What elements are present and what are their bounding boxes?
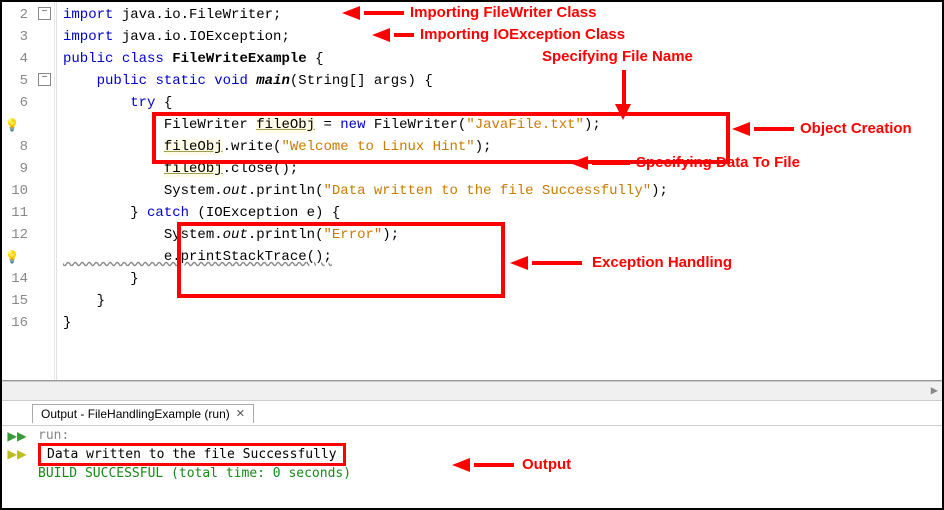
code-text: java.io.IOException; [113,29,289,45]
output-tab[interactable]: Output - FileHandlingExample (run) ✕ [32,404,254,423]
string-literal: "Error" [323,227,382,243]
line-number: 14 [2,271,32,287]
class-name: FileWriteExample [172,51,306,67]
output-gutter: ▶▶ ▶▶ [2,426,32,504]
field: out [223,227,248,243]
line-number: 2 [2,7,32,23]
line-number: 3 [2,29,32,45]
code-editor[interactable]: 2− 3 4 5− 6 💡 8 9 10 11 12 💡 14 15 16 im… [2,2,942,381]
gutter: 2− 3 4 5− 6 💡 8 9 10 11 12 💡 14 15 16 [2,2,57,380]
tab-label: Output - FileHandlingExample (run) [41,407,230,421]
keyword: class [122,51,164,67]
output-text[interactable]: run: Data written to the file Successful… [32,426,357,504]
lightbulb-icon[interactable]: 💡 [2,250,22,265]
output-tabbar: Output - FileHandlingExample (run) ✕ [2,401,942,426]
line-number: 11 [2,205,32,221]
line-number: 10 [2,183,32,199]
code-area[interactable]: import java.io.FileWriter; import java.i… [57,2,942,380]
rerun-icon[interactable]: ▶▶ [7,448,26,462]
string-literal: "Welcome to Linux Hint" [281,139,474,155]
output-line: run: [38,428,351,443]
keyword: import [63,7,113,23]
fold-toggle[interactable]: − [38,7,51,20]
field: out [223,183,248,199]
output-line: Data written to the file Successfully [38,443,346,466]
method-name: main [256,73,290,89]
fold-toggle[interactable]: − [38,73,51,86]
line-number: 12 [2,227,32,243]
run-icon[interactable]: ▶▶ [7,430,26,444]
variable: fileObj [164,139,223,155]
line-number: 9 [2,161,32,177]
lightbulb-icon[interactable]: 💡 [2,118,22,133]
line-number: 6 [2,95,32,111]
close-icon[interactable]: ✕ [236,407,245,420]
annotation: Output [452,456,571,473]
horizontal-scrollbar[interactable]: ▶ [2,381,942,401]
line-number: 15 [2,293,32,309]
string-literal: "Data written to the file Successfully" [323,183,651,199]
arrow-down-icon [615,104,631,120]
keyword: import [63,29,113,45]
output-panel: ▶▶ ▶▶ run: Data written to the file Succ… [2,426,942,504]
line-number: 5 [2,73,32,89]
variable: fileObj [164,161,223,177]
code-text: e.printStackTrace(); [63,249,332,265]
line-number: 4 [2,51,32,67]
code-text: java.io.FileWriter; [113,7,281,23]
variable: fileObj [256,117,315,133]
line-number: 8 [2,139,32,155]
string-literal: "JavaFile.txt" [466,117,584,133]
keyword: public [63,51,113,67]
scroll-right-icon[interactable]: ▶ [931,383,938,398]
output-line: BUILD SUCCESSFUL (total time: 0 seconds) [38,466,351,481]
line-number: 16 [2,315,32,331]
